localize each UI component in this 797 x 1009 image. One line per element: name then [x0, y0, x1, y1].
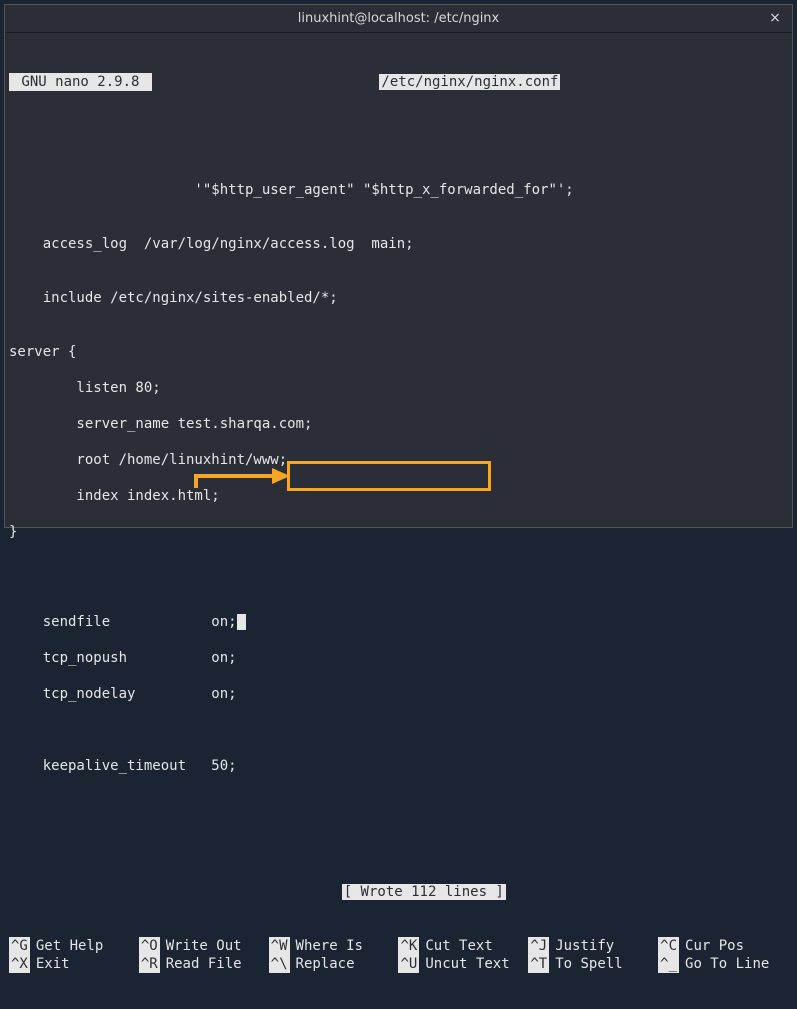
code-line: } [9, 523, 788, 541]
shortcut-get-help[interactable]: ^GGet Help [9, 937, 139, 955]
code-line: keepalive_timeout 50; [9, 757, 788, 775]
nano-header: GNU nano 2.9.8 /etc/nginx/nginx.conf [9, 73, 788, 91]
status-message: [ Wrote 112 lines ] [342, 884, 506, 900]
window-title: linuxhint@localhost: /etc/nginx [298, 11, 500, 26]
shortcut-cur-pos[interactable]: ^CCur Pos [658, 937, 788, 955]
shortcut-bar: ^GGet Help ^OWrite Out ^WWhere Is ^KCut … [9, 937, 788, 973]
titlebar: linuxhint@localhost: /etc/nginx × [5, 5, 792, 33]
shortcut-to-spell[interactable]: ^TTo Spell [528, 955, 658, 973]
shortcut-justify[interactable]: ^JJustify [528, 937, 658, 955]
code-line: listen 80; [9, 379, 788, 397]
nano-file-path: /etc/nginx/nginx.conf [379, 74, 560, 90]
shortcut-cut-text[interactable]: ^KCut Text [398, 937, 528, 955]
code-line: root /home/linuxhint/www; [9, 451, 788, 469]
shortcut-read-file[interactable]: ^RRead File [139, 955, 269, 973]
code-line: access_log /var/log/nginx/access.log mai… [9, 235, 788, 253]
shortcut-exit[interactable]: ^XExit [9, 955, 139, 973]
code-line: include /etc/nginx/sites-enabled/*; [9, 289, 788, 307]
shortcut-where-is[interactable]: ^WWhere Is [269, 937, 399, 955]
shortcut-write-out[interactable]: ^OWrite Out [139, 937, 269, 955]
shortcut-go-to-line[interactable]: ^_Go To Line [658, 955, 788, 973]
code-line: server { [9, 343, 788, 361]
close-icon[interactable]: × [766, 9, 784, 27]
nano-app-version: GNU nano 2.9.8 [9, 73, 152, 91]
text-cursor [237, 614, 246, 630]
code-line: sendfile on; [9, 613, 788, 631]
terminal-area[interactable]: GNU nano 2.9.8 /etc/nginx/nginx.conf '"$… [5, 33, 792, 1009]
nano-status-line: [ Wrote 112 lines ] [9, 865, 788, 883]
code-line: index index.html; [9, 487, 788, 505]
terminal-window: linuxhint@localhost: /etc/nginx × GNU na… [4, 4, 793, 528]
file-content: '"$http_user_agent" "$http_x_forwarded_f… [9, 145, 788, 811]
code-line: '"$http_user_agent" "$http_x_forwarded_f… [9, 181, 788, 199]
code-line: tcp_nodelay on; [9, 685, 788, 703]
shortcut-uncut-text[interactable]: ^UUncut Text [398, 955, 528, 973]
code-line: tcp_nopush on; [9, 649, 788, 667]
shortcut-replace[interactable]: ^\Replace [269, 955, 399, 973]
code-line: server_name test.sharqa.com; [9, 415, 788, 433]
